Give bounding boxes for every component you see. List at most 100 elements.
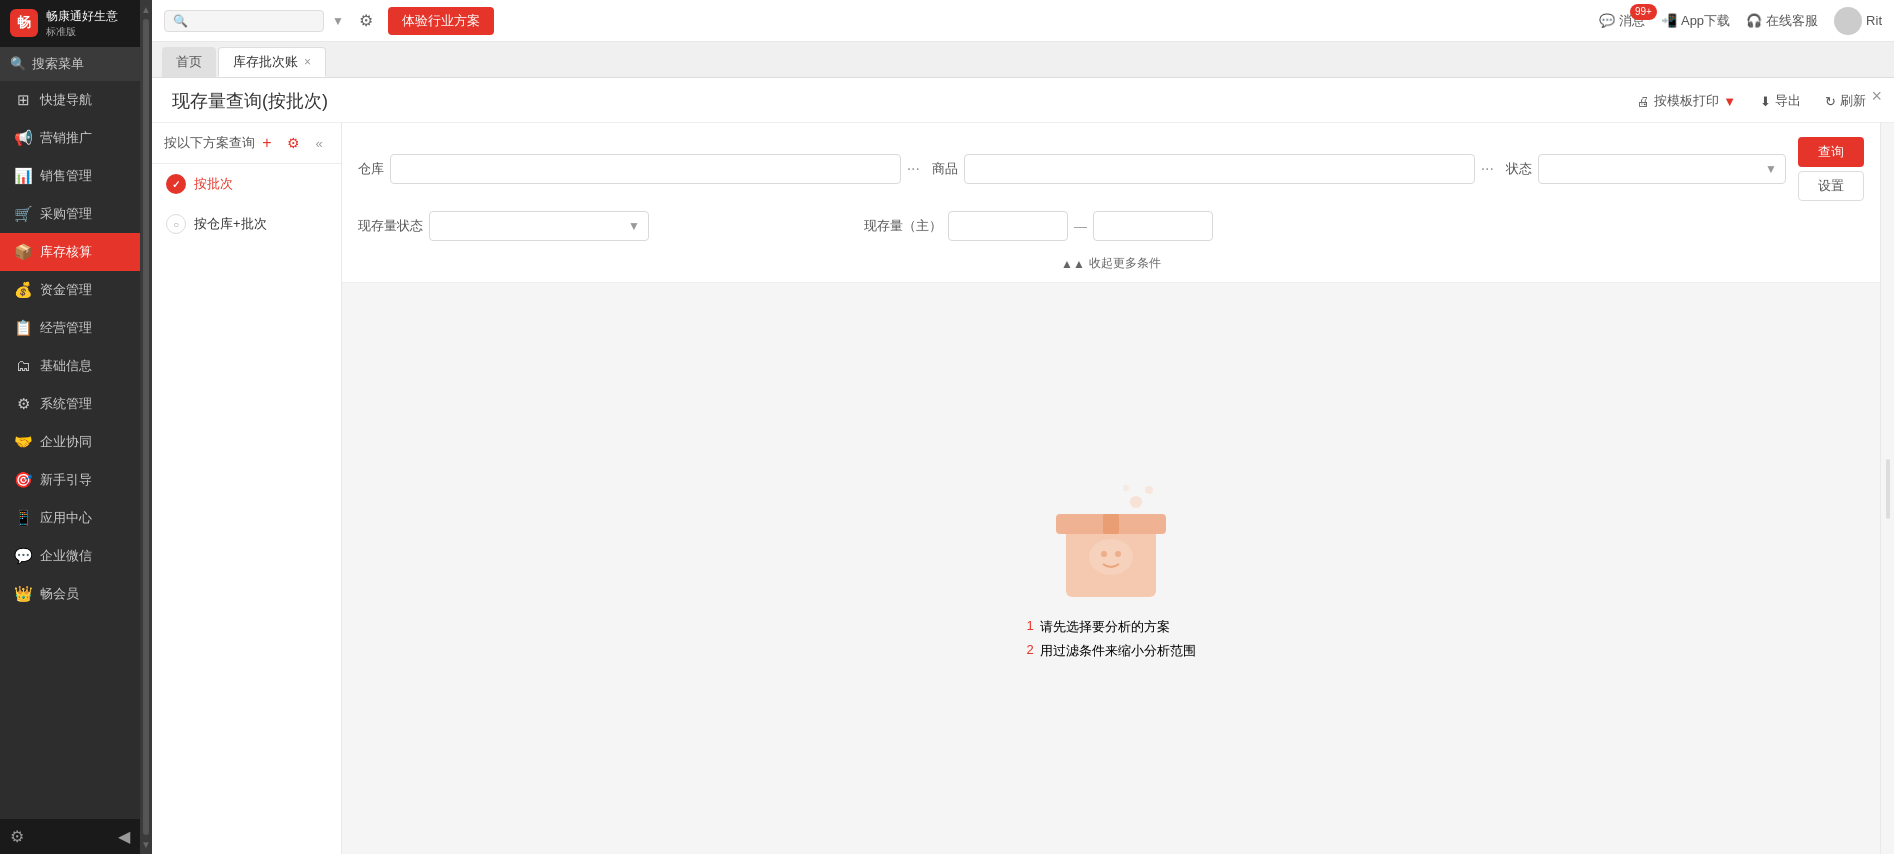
- sidebar-item-marketing[interactable]: 📢 营销推广: [0, 119, 140, 157]
- sidebar-item-sales[interactable]: 📊 销售管理: [0, 157, 140, 195]
- collapse-btn[interactable]: ▲▲ 收起更多条件: [1061, 255, 1161, 272]
- tabbar: 首页 库存批次账 ×: [152, 42, 1894, 78]
- dropdown-arrow-icon: ▼: [1765, 162, 1777, 176]
- right-scrollbar: [1880, 123, 1894, 854]
- scheme-icon: ✓: [166, 174, 186, 194]
- warehouse-dots-btn[interactable]: ···: [907, 160, 920, 178]
- messages-btn[interactable]: 💬 消息 99+: [1599, 12, 1645, 30]
- app-title-group: 畅康通好生意 标准版: [46, 8, 118, 39]
- svg-point-6: [1130, 496, 1142, 508]
- filter-row-1: 仓库 ··· 商品 ··· 状态: [358, 137, 1864, 201]
- sidebar-item-label: 系统管理: [40, 395, 92, 413]
- dropdown-arrow-icon: ▼: [628, 219, 640, 233]
- export-btn[interactable]: ⬇ 导出: [1752, 88, 1809, 114]
- scroll-up-arrow[interactable]: ▲: [141, 4, 151, 15]
- stock-status-label: 现存量状态: [358, 217, 423, 235]
- nav-icon: 🛒: [14, 205, 32, 223]
- right-panel: 仓库 ··· 商品 ··· 状态: [342, 123, 1880, 854]
- stock-qty-filter: 现存量（主） —: [864, 211, 1358, 241]
- sidebar-item-inventory[interactable]: 📦 库存核算: [0, 233, 140, 271]
- print-icon: 🖨: [1637, 94, 1650, 109]
- app-download-btn[interactable]: 📲 App下载: [1661, 12, 1730, 30]
- trial-button[interactable]: 体验行业方案: [388, 7, 494, 35]
- sidebar-item-newguide[interactable]: 🎯 新手引导: [0, 461, 140, 499]
- sidebar-item-label: 资金管理: [40, 281, 92, 299]
- sidebar-item-member[interactable]: 👑 畅会员: [0, 575, 140, 613]
- product-dots-btn[interactable]: ···: [1481, 160, 1494, 178]
- sidebar-footer: ⚙ ◀: [0, 819, 140, 854]
- query-btn[interactable]: 查询: [1798, 137, 1864, 167]
- refresh-icon: ↻: [1825, 94, 1836, 109]
- empty-tip-1: 1 请先选择要分析的方案: [1026, 618, 1195, 636]
- tip-num: 2: [1026, 642, 1033, 657]
- settings-icon[interactable]: ⚙: [10, 827, 24, 846]
- avatar-img: [1834, 7, 1862, 35]
- sidebar-item-label: 应用中心: [40, 509, 92, 527]
- message-icon: 💬: [1599, 13, 1615, 28]
- sidebar-item-finance[interactable]: 💰 资金管理: [0, 271, 140, 309]
- sidebar-item-label: 营销推广: [40, 129, 92, 147]
- stock-qty-from[interactable]: [948, 211, 1068, 241]
- sidebar-item-label: 企业微信: [40, 547, 92, 565]
- page-close-btn[interactable]: ×: [1871, 86, 1882, 107]
- messages-badge: 99+: [1630, 4, 1657, 20]
- empty-state: 1 请先选择要分析的方案 2 用过滤条件来缩小分析范围: [342, 283, 1880, 854]
- sidebar-item-enterprise[interactable]: 🤝 企业协同: [0, 423, 140, 461]
- scheme-item-by-warehouse-batch[interactable]: ○ 按仓库+批次: [152, 204, 341, 244]
- refresh-btn[interactable]: ↻ 刷新: [1817, 88, 1874, 114]
- sidebar-item-purchase[interactable]: 🛒 采购管理: [0, 195, 140, 233]
- user-avatar[interactable]: Rit: [1834, 7, 1882, 35]
- sidebar-item-quick-nav[interactable]: ⊞ 快捷导航: [0, 81, 140, 119]
- stock-status-select[interactable]: ▼: [429, 211, 649, 241]
- scheme-add-btn[interactable]: +: [257, 133, 277, 153]
- print-btn[interactable]: 🖨 按模板打印 ▼: [1629, 88, 1744, 114]
- stock-qty-to[interactable]: [1093, 211, 1213, 241]
- sidebar-search[interactable]: 🔍 搜索菜单: [0, 47, 140, 81]
- search-icon: 🔍: [173, 14, 188, 28]
- tab-close-btn[interactable]: ×: [304, 55, 311, 69]
- tip-num: 1: [1026, 618, 1033, 633]
- sidebar-item-system[interactable]: ⚙ 系统管理: [0, 385, 140, 423]
- nav-icon: 📦: [14, 243, 32, 261]
- status-select[interactable]: ▼: [1538, 154, 1786, 184]
- main-wrapper: 🔍 ▼ ⚙ 体验行业方案 💬 消息 99+ 📲 App下载 🎧 在线客服 Rit: [152, 0, 1894, 854]
- sidebar-item-basic[interactable]: 🗂 基础信息: [0, 347, 140, 385]
- product-input[interactable]: [964, 154, 1475, 184]
- headset-icon: 🎧: [1746, 13, 1762, 28]
- nav-icon: 🗂: [14, 357, 32, 375]
- stock-qty-label: 现存量（主）: [864, 217, 942, 235]
- topbar: 🔍 ▼ ⚙ 体验行业方案 💬 消息 99+ 📲 App下载 🎧 在线客服 Rit: [152, 0, 1894, 42]
- sidebar-item-wechat[interactable]: 💬 企业微信: [0, 537, 140, 575]
- collapse-icon[interactable]: ◀: [118, 827, 130, 846]
- sidebar-item-operation[interactable]: 📋 经营管理: [0, 309, 140, 347]
- sidebar-item-label: 企业协同: [40, 433, 92, 451]
- warehouse-label: 仓库: [358, 160, 384, 178]
- online-service-label: 在线客服: [1766, 12, 1818, 30]
- scheme-settings-btn[interactable]: ⚙: [283, 133, 303, 153]
- nav-icon: 📋: [14, 319, 32, 337]
- settings-btn[interactable]: 设置: [1798, 171, 1864, 201]
- warehouse-input[interactable]: [390, 154, 901, 184]
- topbar-search[interactable]: 🔍: [164, 10, 324, 32]
- product-filter: 商品 ···: [932, 154, 1494, 184]
- empty-illustration: [1041, 472, 1181, 602]
- collapse-label: 收起更多条件: [1089, 255, 1161, 272]
- empty-tips: 1 请先选择要分析的方案 2 用过滤条件来缩小分析范围: [1026, 618, 1195, 666]
- sidebar-header: 畅 畅康通好生意 标准版: [0, 0, 140, 47]
- nav-icon: 🎯: [14, 471, 32, 489]
- scheme-collapse-btn[interactable]: «: [309, 133, 329, 153]
- online-service-btn[interactable]: 🎧 在线客服: [1746, 12, 1818, 30]
- topbar-chevron[interactable]: ▼: [332, 14, 344, 28]
- nav-icon: ⚙: [14, 395, 32, 413]
- svg-point-7: [1145, 486, 1153, 494]
- topbar-gear-btn[interactable]: ⚙: [352, 7, 380, 35]
- scheme-item-by-batch[interactable]: ✓ 按批次: [152, 164, 341, 204]
- sidebar-item-appstore[interactable]: 📱 应用中心: [0, 499, 140, 537]
- sidebar-item-label: 经营管理: [40, 319, 92, 337]
- nav-icon: 💬: [14, 547, 32, 565]
- nav-icon: ⊞: [14, 91, 32, 109]
- tab-inventory-batch[interactable]: 库存批次账 ×: [218, 47, 326, 77]
- scroll-down-arrow[interactable]: ▼: [141, 839, 151, 850]
- tab-home[interactable]: 首页: [162, 47, 216, 77]
- filter-area: 仓库 ··· 商品 ··· 状态: [342, 123, 1880, 283]
